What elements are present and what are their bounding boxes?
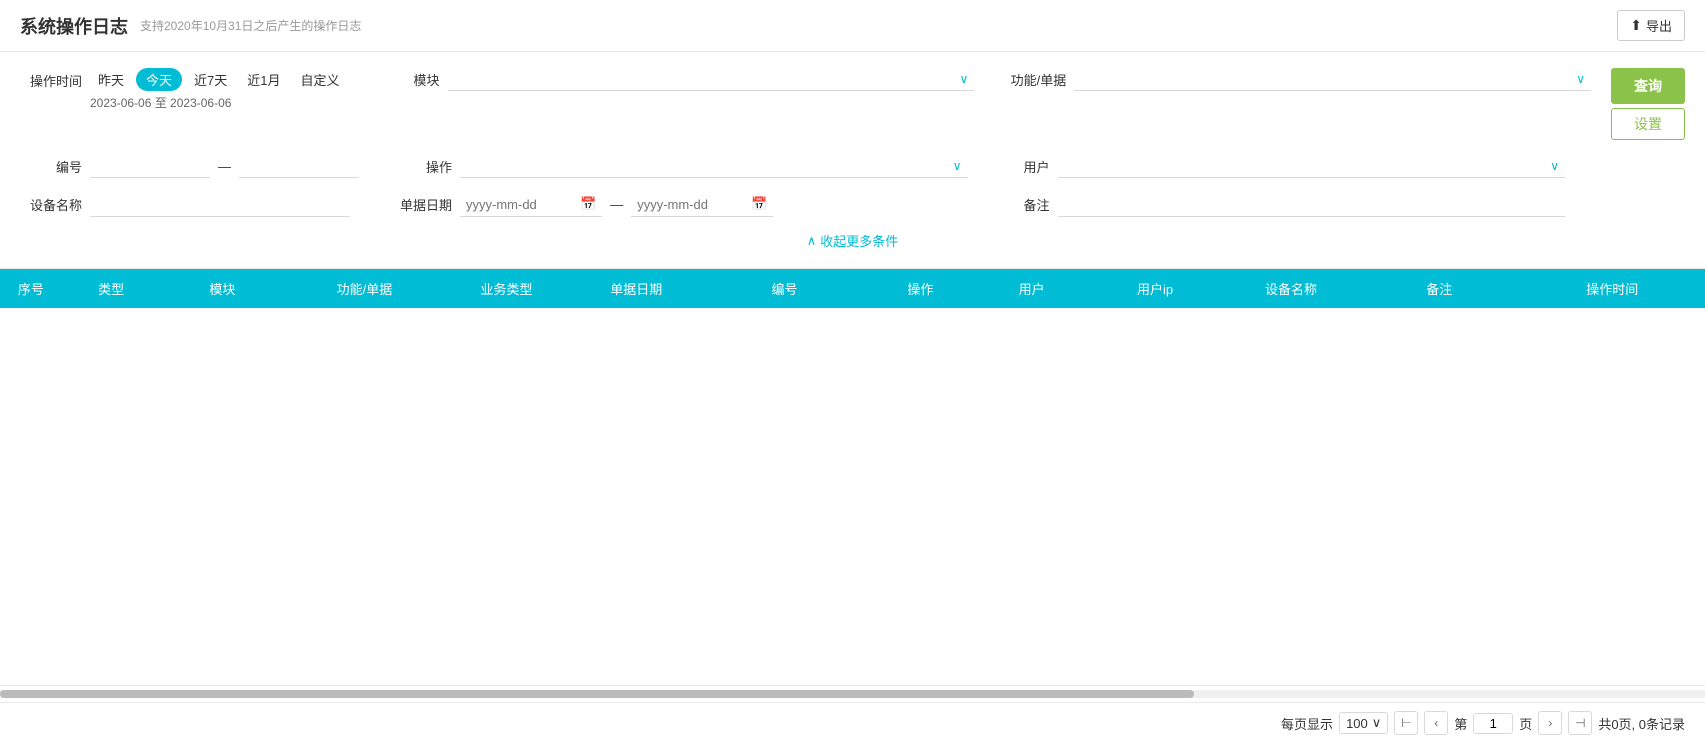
- col-module: 模块: [161, 269, 285, 308]
- table-wrap[interactable]: 序号 类型 模块 功能/单据 业务类型 单据日期 编号 操作 用户 用户ip 设…: [0, 269, 1705, 685]
- time-btn-group: 昨天 今天 近7天 近1月 自定义: [90, 68, 348, 91]
- date-end-input[interactable]: [637, 197, 747, 212]
- first-page-button[interactable]: ⊢: [1394, 711, 1418, 735]
- time-btn-7days[interactable]: 近7天: [186, 68, 235, 91]
- module-label: 模块: [378, 70, 448, 89]
- device-label: 设备名称: [20, 195, 90, 214]
- operation-chevron-down-icon: ∨: [953, 159, 962, 173]
- page-size-value: 100: [1346, 716, 1368, 731]
- code-input-start[interactable]: [90, 154, 210, 178]
- page-subtitle: 支持2020年10月31日之后产生的操作日志: [140, 17, 361, 34]
- col-op-time: 操作时间: [1520, 269, 1705, 308]
- collapse-bar: ∧ 收起更多条件: [20, 225, 1685, 260]
- query-button[interactable]: 查询: [1611, 68, 1685, 104]
- export-icon: ⬆: [1630, 17, 1642, 34]
- calendar-start-icon[interactable]: 📅: [580, 196, 596, 212]
- time-btn-yesterday[interactable]: 昨天: [90, 68, 132, 91]
- col-seq: 序号: [0, 269, 62, 308]
- module-chevron-down-icon: ∨: [959, 72, 968, 86]
- collapse-up-icon: ∧: [807, 233, 817, 249]
- header-left: 系统操作日志 支持2020年10月31日之后产生的操作日志: [20, 13, 361, 39]
- voucher-date-label: 单据日期: [390, 195, 460, 214]
- col-device: 设备名称: [1223, 269, 1359, 308]
- main-content: 序号 类型 模块 功能/单据 业务类型 单据日期 编号 操作 用户 用户ip 设…: [0, 269, 1705, 685]
- page-label: 第: [1454, 714, 1467, 733]
- filter-area: 操作时间 昨天 今天 近7天 近1月 自定义 2023-06-06 至 2023…: [0, 52, 1705, 269]
- col-remark: 备注: [1359, 269, 1520, 308]
- scrollbar-thumb[interactable]: [0, 690, 1194, 698]
- time-btn-custom[interactable]: 自定义: [293, 68, 348, 91]
- code-label: 编号: [20, 157, 90, 176]
- time-label: 操作时间: [20, 71, 90, 90]
- col-operation: 操作: [865, 269, 976, 308]
- calendar-end-icon[interactable]: 📅: [751, 196, 767, 212]
- page-size-select[interactable]: 100 ∨: [1339, 712, 1388, 734]
- user-label: 用户: [988, 157, 1058, 176]
- user-select[interactable]: ∨: [1058, 155, 1566, 178]
- col-function: 功能/单据: [284, 269, 445, 308]
- page-number-input[interactable]: 1: [1473, 713, 1513, 734]
- pagination: 每页显示 100 ∨ ⊢ ‹ 第 1 页 › ⊣ 共0页, 0条记录: [1281, 711, 1685, 735]
- col-voucher-date: 单据日期: [568, 269, 704, 308]
- device-input[interactable]: [90, 193, 350, 217]
- scrollbar-wrap: [0, 685, 1705, 702]
- date-start-wrap: 📅: [460, 192, 602, 217]
- prev-page-button[interactable]: ‹: [1424, 711, 1448, 735]
- collapse-button[interactable]: ∧ 收起更多条件: [807, 231, 899, 250]
- page-unit: 页: [1519, 714, 1532, 733]
- table-header-row: 序号 类型 模块 功能/单据 业务类型 单据日期 编号 操作 用户 用户ip 设…: [0, 269, 1705, 308]
- remark-input[interactable]: [1058, 193, 1566, 217]
- operation-select[interactable]: ∨: [460, 155, 968, 178]
- operation-label: 操作: [390, 157, 460, 176]
- export-button[interactable]: ⬆ 导出: [1617, 10, 1685, 41]
- action-buttons: 查询 设置: [1611, 68, 1685, 140]
- module-select[interactable]: ∨: [448, 68, 975, 91]
- time-btn-today[interactable]: 今天: [136, 68, 182, 91]
- col-code: 编号: [704, 269, 865, 308]
- last-page-button[interactable]: ⊣: [1568, 711, 1592, 735]
- export-label: 导出: [1646, 16, 1672, 35]
- next-page-button[interactable]: ›: [1538, 711, 1562, 735]
- page-title: 系统操作日志: [20, 13, 128, 39]
- horizontal-scrollbar[interactable]: [0, 690, 1705, 698]
- page-size-chevron-icon: ∨: [1372, 715, 1382, 731]
- function-label: 功能/单据: [994, 70, 1074, 89]
- page-header: 系统操作日志 支持2020年10月31日之后产生的操作日志 ⬆ 导出: [0, 0, 1705, 52]
- page-size-label: 每页显示: [1281, 714, 1333, 733]
- time-btn-1month[interactable]: 近1月: [239, 68, 288, 91]
- function-chevron-down-icon: ∨: [1576, 72, 1585, 86]
- total-info: 共0页, 0条记录: [1598, 714, 1685, 733]
- col-user: 用户: [976, 269, 1087, 308]
- date-range-display: 2023-06-06 至 2023-06-06: [90, 94, 348, 111]
- function-select[interactable]: ∨: [1074, 68, 1591, 91]
- date-start-input[interactable]: [466, 197, 576, 212]
- date-end-wrap: 📅: [631, 192, 773, 217]
- data-table: 序号 类型 模块 功能/单据 业务类型 单据日期 编号 操作 用户 用户ip 设…: [0, 269, 1705, 308]
- collapse-label: 收起更多条件: [820, 231, 898, 250]
- remark-label: 备注: [988, 195, 1058, 214]
- col-biz-type: 业务类型: [445, 269, 569, 308]
- user-chevron-down-icon: ∨: [1550, 159, 1559, 173]
- code-input-end[interactable]: [239, 154, 359, 178]
- col-type: 类型: [62, 269, 161, 308]
- page-footer: 每页显示 100 ∨ ⊢ ‹ 第 1 页 › ⊣ 共0页, 0条记录: [0, 702, 1705, 743]
- setting-button[interactable]: 设置: [1611, 108, 1685, 140]
- col-user-ip: 用户ip: [1087, 269, 1223, 308]
